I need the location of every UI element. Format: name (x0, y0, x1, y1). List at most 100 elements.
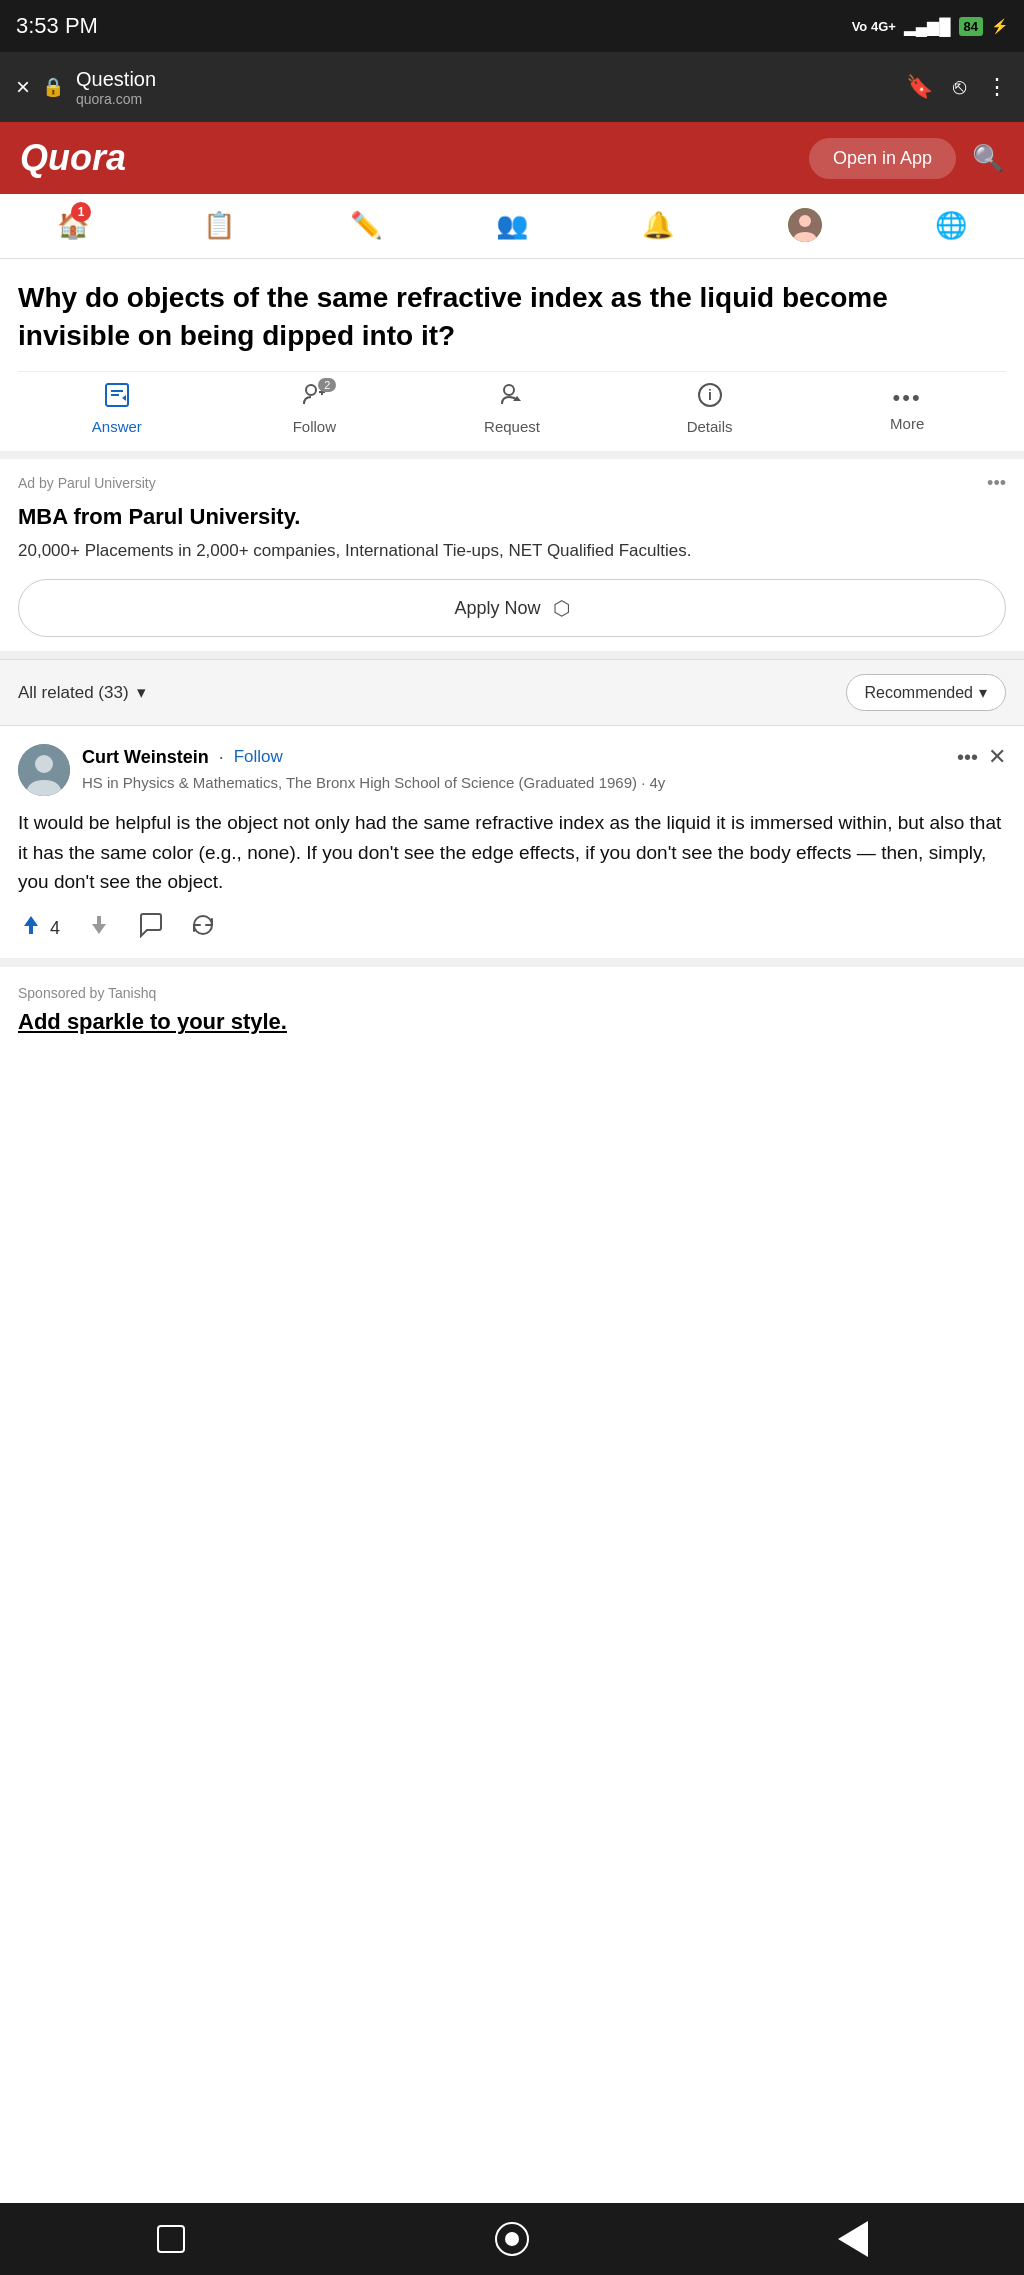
sponsored-label: Sponsored by Tanishq (18, 985, 1006, 1001)
more-label: More (890, 415, 924, 432)
external-link-icon: ⬡ (553, 596, 570, 620)
answer-action[interactable]: Answer (18, 382, 216, 435)
language-icon: 🌐 (935, 210, 967, 241)
author-avatar (18, 744, 70, 796)
details-icon: i (697, 382, 723, 414)
answer-text: It would be helpful is the object not on… (18, 808, 1006, 896)
action-bar: Answer 2 Follow Req (18, 371, 1006, 441)
comment-icon (138, 912, 164, 944)
answer-close-button[interactable]: ✕ (988, 744, 1006, 770)
browser-actions: 🔖 ⎋ ⋮ (906, 74, 1008, 100)
downvote-action[interactable] (86, 912, 112, 944)
filter-right: Recommended ▾ (846, 674, 1007, 711)
svg-point-5 (306, 385, 316, 395)
chevron-down-icon: ▾ (137, 682, 146, 703)
details-label: Details (687, 418, 733, 435)
nav-item-home[interactable]: 🏠 1 (0, 194, 146, 258)
nav-bar: 🏠 1 📋 ✏️ 👥 🔔 🌐 (0, 194, 1024, 259)
notification-icon: 🔔 (642, 210, 674, 241)
question-title: Why do objects of the same refractive in… (18, 279, 1006, 355)
answer-author: Curt Weinstein · Follow ••• ✕ HS in Phys… (18, 744, 1006, 796)
share-browser-icon[interactable]: ⎋ (953, 74, 966, 100)
author-name: Curt Weinstein (82, 747, 209, 768)
comment-action[interactable] (138, 912, 164, 944)
follow-action[interactable]: 2 Follow (216, 382, 414, 435)
bookmark-icon[interactable]: 🔖 (906, 74, 933, 100)
profile-avatar (788, 208, 822, 242)
status-bar: 3:53 PM Vo 4G+ ▂▄▆█ 84 ⚡ (0, 0, 1024, 52)
filter-left[interactable]: All related (33) ▾ (18, 682, 146, 703)
battery-icon: 84 (959, 17, 983, 36)
ad-header: Ad by Parul University ••• (18, 473, 1006, 494)
recommended-label: Recommended (865, 684, 974, 702)
square-icon (157, 2225, 185, 2253)
all-related-label: All related (33) (18, 683, 129, 703)
url-title: Question (76, 68, 894, 91)
search-icon[interactable]: 🔍 (972, 143, 1004, 174)
upvote-icon (18, 912, 44, 944)
nav-item-feed[interactable]: 📋 (146, 194, 292, 258)
nav-item-language[interactable]: 🌐 (878, 194, 1024, 258)
close-button[interactable]: × (16, 73, 30, 101)
follow-count-badge: 2 (318, 378, 336, 392)
url-info: Question quora.com (76, 68, 894, 107)
write-icon: ✏️ (350, 210, 382, 241)
open-in-app-button[interactable]: Open in App (809, 138, 956, 179)
nav-item-spaces[interactable]: 👥 (439, 194, 585, 258)
quora-header: Quora Open in App 🔍 (0, 122, 1024, 194)
nav-item-profile[interactable] (731, 194, 877, 258)
author-more-button[interactable]: ••• (957, 746, 978, 769)
nav-back-button[interactable] (823, 2217, 883, 2261)
ad-title: MBA from Parul University. (18, 504, 1006, 530)
recommended-button[interactable]: Recommended ▾ (846, 674, 1007, 711)
answer-actions: 4 (18, 912, 1006, 944)
nav-badge: 1 (71, 202, 91, 222)
details-action[interactable]: i Details (611, 382, 809, 435)
author-info: Curt Weinstein · Follow ••• ✕ HS in Phys… (82, 744, 1006, 793)
svg-point-8 (504, 385, 514, 395)
refresh-icon (190, 912, 216, 944)
more-icon: ••• (893, 385, 922, 411)
charging-icon: ⚡ (991, 18, 1008, 34)
author-name-row: Curt Weinstein · Follow ••• ✕ (82, 744, 1006, 770)
sponsored-section: Sponsored by Tanishq Add sparkle to your… (0, 966, 1024, 1049)
triangle-icon (838, 2221, 868, 2257)
author-follow-button[interactable]: Follow (234, 747, 283, 767)
spaces-icon: 👥 (496, 210, 528, 241)
svg-point-1 (799, 215, 811, 227)
request-label: Request (484, 418, 540, 435)
nav-item-write[interactable]: ✏️ (293, 194, 439, 258)
status-time: 3:53 PM (16, 13, 98, 39)
circle-icon (495, 2222, 529, 2256)
nav-home-button[interactable] (482, 2217, 542, 2261)
author-meta: HS in Physics & Mathematics, The Bronx H… (82, 772, 1006, 793)
ad-more-icon[interactable]: ••• (987, 473, 1006, 494)
filter-bar: All related (33) ▾ Recommended ▾ (0, 659, 1024, 726)
ad-label: Ad by Parul University (18, 475, 156, 491)
more-browser-icon[interactable]: ⋮ (986, 74, 1008, 100)
ad-description: 20,000+ Placements in 2,000+ companies, … (18, 538, 1006, 564)
request-action[interactable]: Request (413, 382, 611, 435)
share-action[interactable] (190, 912, 216, 944)
answer-icon (104, 382, 130, 414)
svg-point-12 (35, 755, 53, 773)
downvote-icon (86, 912, 112, 944)
more-action[interactable]: ••• More (808, 385, 1006, 432)
follow-icon: 2 (301, 382, 327, 414)
sponsored-title[interactable]: Add sparkle to your style. (18, 1009, 1006, 1035)
upvote-action[interactable]: 4 (18, 912, 60, 944)
nav-item-notifications[interactable]: 🔔 (585, 194, 731, 258)
chevron-down-icon: ▾ (979, 683, 987, 702)
apply-label: Apply Now (454, 598, 540, 619)
signal-icon: ▂▄▆█ (904, 17, 951, 36)
ad-section: Ad by Parul University ••• MBA from Paru… (0, 451, 1024, 660)
nav-square-button[interactable] (141, 2217, 201, 2261)
network-icon: Vo 4G+ (852, 19, 896, 34)
svg-text:i: i (708, 387, 712, 403)
vote-count: 4 (50, 918, 60, 939)
apply-now-button[interactable]: Apply Now ⬡ (18, 579, 1006, 637)
quora-logo: Quora (20, 137, 126, 179)
question-section: Why do objects of the same refractive in… (0, 259, 1024, 451)
answer-label: Answer (92, 418, 142, 435)
follow-label: Follow (293, 418, 336, 435)
